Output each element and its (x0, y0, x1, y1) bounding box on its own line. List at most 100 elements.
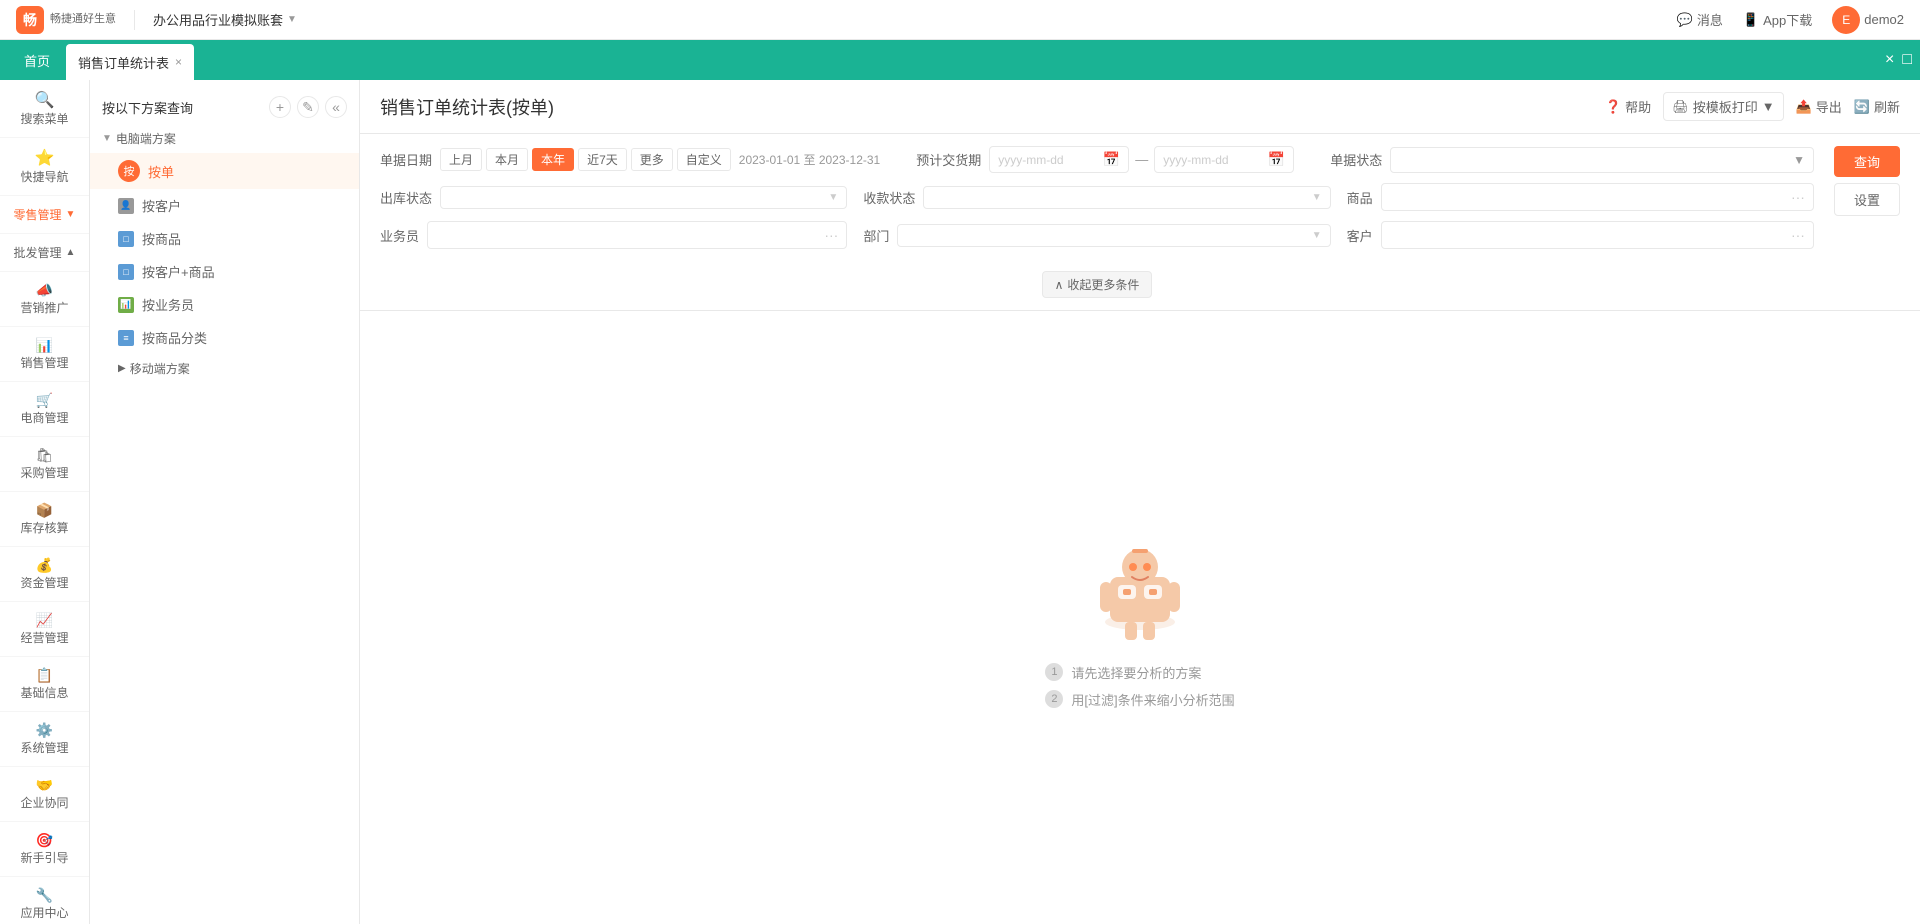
collapse-btn-label: 收起更多条件 (1067, 276, 1139, 293)
page-header: 销售订单统计表(按单) ❓ 帮助 🖨 按模板打印 ▼ 📤 导出 (360, 80, 1920, 134)
edit-scheme-button[interactable]: ✎ (297, 96, 319, 118)
template-print-button[interactable]: 🖨 按模板打印 ▼ (1663, 92, 1783, 121)
filter-main: 单据日期 上月 本月 本年 近7天 更多 自定义 2023-01-01 至 20… (380, 146, 1814, 298)
by-order-icon: 按 (118, 160, 140, 182)
delivery-start-date[interactable]: yyyy-mm-dd 📅 (989, 146, 1129, 173)
newbie-icon: 🎯 (0, 832, 89, 849)
user-name: demo2 (1864, 12, 1904, 27)
delivery-label: 预计交货期 (916, 150, 981, 169)
sidebar-item-operation[interactable]: 📈 经营管理 (0, 602, 89, 657)
scheme-item-by-category[interactable]: ≡ 按商品分类 (90, 321, 359, 354)
topbar: 畅 畅捷通好生意 办公用品行业模拟账套 ▼ 💬 消息 📱 App下载 E dem… (0, 0, 1920, 40)
sidebar-search[interactable]: 🔍 搜索菜单 (0, 80, 89, 138)
left-panel-actions: + ✎ « (269, 96, 347, 118)
pc-section-title: 电脑端方案 (116, 130, 176, 147)
purchase-icon: 🛍 (0, 447, 89, 464)
export-icon: 📤 (1796, 99, 1812, 115)
scheme-item-by-customer-goods[interactable]: □ 按客户+商品 (90, 255, 359, 288)
more-btn[interactable]: 更多 (631, 148, 673, 171)
sidebar-item-sales[interactable]: 📊 销售管理 (0, 327, 89, 382)
app-download-label: App下载 (1763, 10, 1812, 29)
sidebar-quick-nav[interactable]: ⭐ 快捷导航 (0, 138, 89, 196)
staff-input[interactable]: ··· (427, 221, 847, 249)
sidebar-item-app-center[interactable]: 🔧 应用中心 (0, 877, 89, 924)
status-select[interactable]: ▼ (1390, 147, 1814, 173)
logo-icon: 畅 (16, 6, 44, 34)
last7days-btn[interactable]: 近7天 (578, 148, 627, 171)
add-scheme-button[interactable]: + (269, 96, 291, 118)
this-year-btn[interactable]: 本年 (532, 148, 574, 171)
goods-input[interactable]: ··· (1381, 183, 1814, 211)
page-title: 销售订单统计表(按单) (380, 94, 554, 120)
mobile-section-header[interactable]: ▶ 移动端方案 (90, 354, 359, 383)
tab-home[interactable]: 首页 (8, 40, 66, 80)
user-area[interactable]: E demo2 (1832, 6, 1904, 34)
scheme-item-by-customer[interactable]: 👤 按客户 (90, 189, 359, 222)
customer-input[interactable]: ··· (1381, 221, 1814, 249)
mobile-section-label: 移动端方案 (130, 360, 190, 377)
collapse-panel-button[interactable]: « (325, 96, 347, 118)
sidebar-marketing-label: 营销推广 (0, 299, 89, 316)
sidebar-item-inventory[interactable]: 📦 库存核算 (0, 492, 89, 547)
filter-row-3: 业务员 ··· 部门 ▼ (380, 221, 1814, 249)
hint-2-text: 用[过滤]条件来缩小分析范围 (1071, 690, 1234, 709)
scheme-item-by-staff[interactable]: 📊 按业务员 (90, 288, 359, 321)
collection-select[interactable]: ▼ (923, 186, 1330, 209)
app-icon: 📱 (1743, 12, 1759, 28)
sidebar-item-wholesale[interactable]: 批发管理 ▲ (0, 234, 89, 272)
settings-button[interactable]: 设置 (1834, 183, 1900, 216)
dispatch-filter: 出库状态 ▼ (380, 186, 847, 209)
dept-select[interactable]: ▼ (897, 224, 1330, 247)
scheme-item-by-order[interactable]: 按 按单 (90, 153, 359, 189)
help-icon: ❓ (1605, 99, 1621, 115)
by-staff-icon: 📊 (118, 297, 134, 313)
sidebar-item-system[interactable]: ⚙️ 系统管理 (0, 712, 89, 767)
tab-close-icon[interactable]: × (175, 55, 182, 69)
dispatch-select[interactable]: ▼ (440, 186, 847, 209)
sidebar-item-finance[interactable]: 💰 资金管理 (0, 547, 89, 602)
basic-icon: 📋 (0, 667, 89, 684)
search-icon: 🔍 (0, 90, 89, 110)
message-label: 消息 (1697, 10, 1723, 29)
tab-maximize-icon[interactable]: □ (1902, 51, 1912, 69)
delivery-end-date[interactable]: yyyy-mm-dd 📅 (1154, 146, 1294, 173)
sidebar-item-marketing[interactable]: 📣 营销推广 (0, 272, 89, 327)
collapse-filter-button[interactable]: ∧ 收起更多条件 (1042, 271, 1153, 298)
sidebar-item-basic[interactable]: 📋 基础信息 (0, 657, 89, 712)
last-month-btn[interactable]: 上月 (440, 148, 482, 171)
quick-nav-icon: ⭐ (0, 148, 89, 168)
sidebar-item-retail[interactable]: 零售管理 ▼ (0, 196, 89, 234)
export-button[interactable]: 📤 导出 (1796, 97, 1842, 116)
sidebar-item-purchase[interactable]: 🛍 采购管理 (0, 437, 89, 492)
pc-section-header[interactable]: ▼ 电脑端方案 (90, 124, 359, 153)
help-button[interactable]: ❓ 帮助 (1605, 97, 1651, 116)
sidebar-item-ecommerce[interactable]: 🛒 电商管理 (0, 382, 89, 437)
tab-sales-order[interactable]: 销售订单统计表 × (66, 44, 194, 80)
logo-text: 畅捷通好生意 (50, 12, 116, 26)
message-action[interactable]: 💬 消息 (1677, 10, 1723, 29)
sidebar-item-enterprise[interactable]: 🤝 企业协同 (0, 767, 89, 822)
query-button[interactable]: 查询 (1834, 146, 1900, 177)
pc-section-arrow: ▼ (102, 133, 112, 144)
custom-btn[interactable]: 自定义 (677, 148, 731, 171)
by-category-icon: ≡ (118, 330, 134, 346)
edit-icon: ✎ (302, 99, 314, 116)
content-area: 按以下方案查询 + ✎ « ▼ 电脑端方案 按 (90, 80, 1920, 924)
scheme-by-customer-label: 按客户 (142, 196, 181, 215)
mobile-section-arrow: ▶ (118, 363, 126, 374)
workspace-selector[interactable]: 办公用品行业模拟账套 ▼ (153, 10, 297, 29)
staff-filter: 业务员 ··· (380, 221, 847, 249)
sidebar-item-newbie[interactable]: 🎯 新手引导 (0, 822, 89, 877)
tab-minimize-icon[interactable]: × (1885, 51, 1894, 69)
this-month-btn[interactable]: 本月 (486, 148, 528, 171)
date-btns: 上月 本月 本年 近7天 更多 自定义 (440, 148, 731, 171)
app-download-action[interactable]: 📱 App下载 (1743, 10, 1812, 29)
refresh-button[interactable]: 🔄 刷新 (1854, 97, 1900, 116)
right-content: 销售订单统计表(按单) ❓ 帮助 🖨 按模板打印 ▼ 📤 导出 (360, 80, 1920, 924)
export-label: 导出 (1816, 97, 1842, 116)
status-chevron-icon: ▼ (1793, 153, 1805, 167)
sidebar-ecommerce-label: 电商管理 (0, 409, 89, 426)
sidebar-wholesale-label: 批发管理 (14, 244, 62, 261)
left-panel: 按以下方案查询 + ✎ « ▼ 电脑端方案 按 (90, 80, 360, 924)
scheme-item-by-goods[interactable]: □ 按商品 (90, 222, 359, 255)
